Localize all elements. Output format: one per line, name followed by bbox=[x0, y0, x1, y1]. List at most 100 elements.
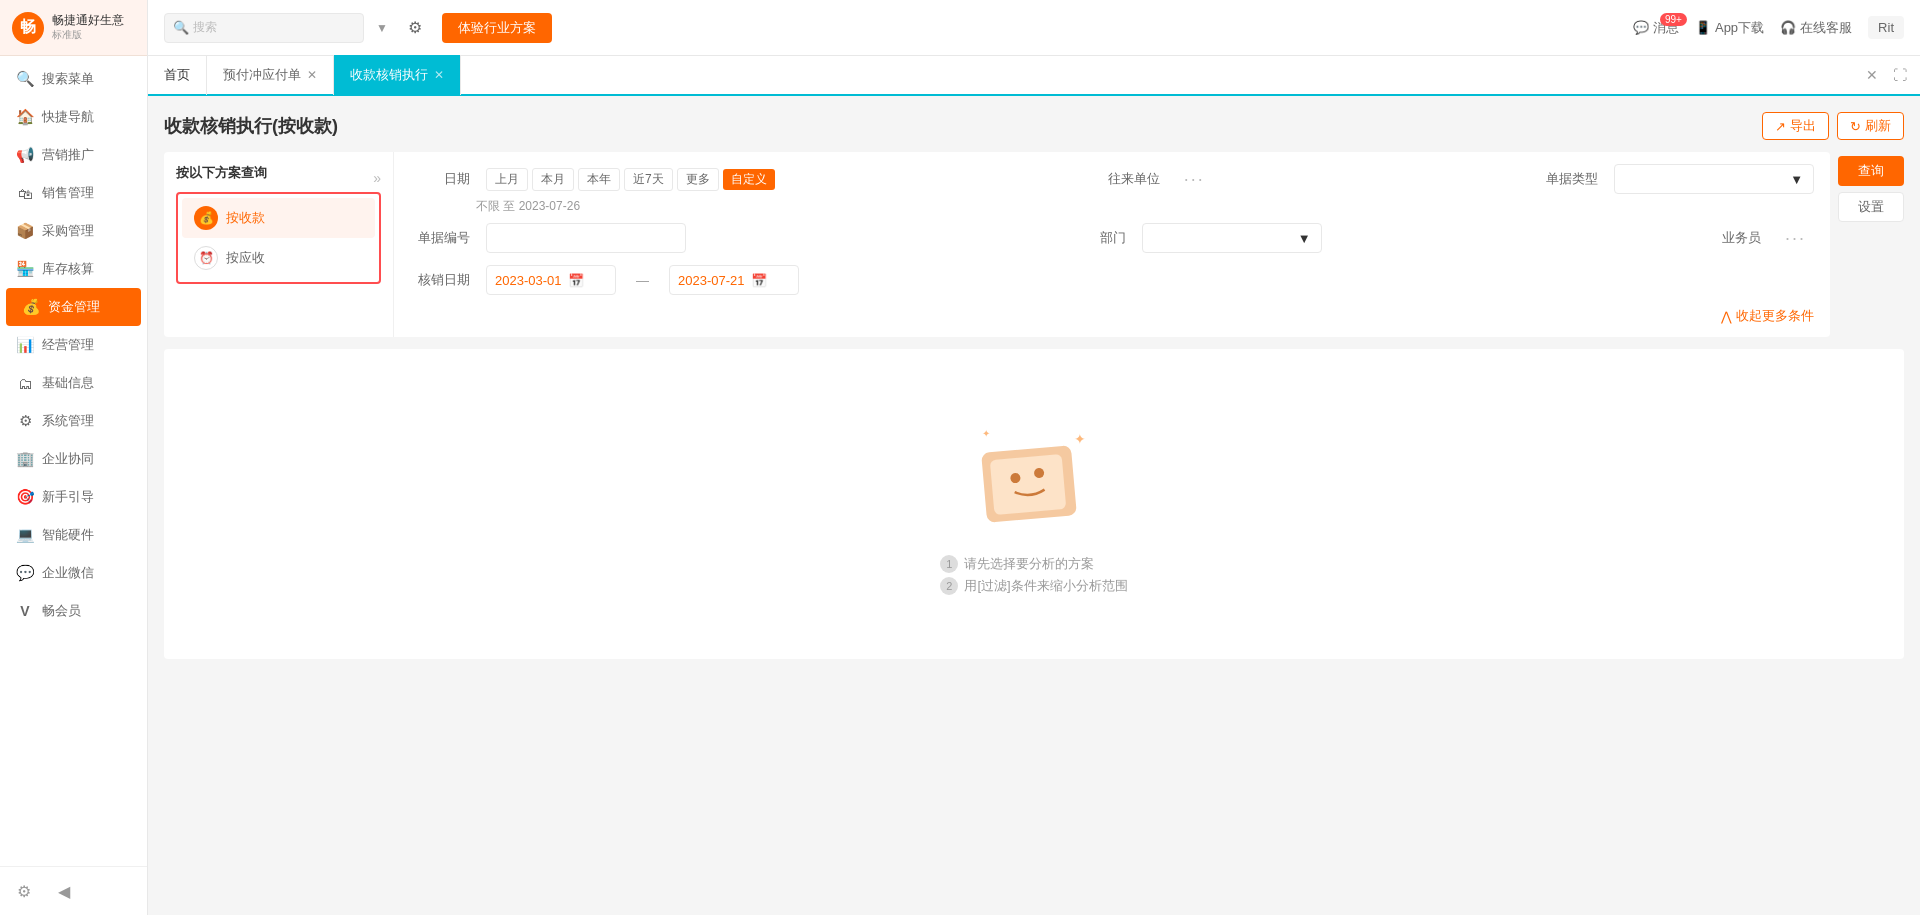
date-btn-7days[interactable]: 近7天 bbox=[624, 168, 673, 191]
filter-collapse-sidebar-btn[interactable]: » bbox=[373, 170, 381, 186]
svg-text:✦: ✦ bbox=[982, 428, 990, 439]
empty-state: ✦ ✦ 1 请先选择要分析的方案 2 用[过滤]条件来缩小分析范围 bbox=[164, 349, 1904, 659]
sidebar-label-operation: 经营管理 bbox=[42, 336, 94, 354]
sidebar-label-marketing: 营销推广 bbox=[42, 146, 94, 164]
staff-input[interactable]: ··· bbox=[1777, 228, 1814, 249]
tab-home[interactable]: 首页 bbox=[148, 55, 207, 95]
sidebar-item-finance[interactable]: 💰 资金管理 bbox=[6, 288, 141, 326]
collapse-icon: ⋀ bbox=[1721, 309, 1732, 324]
date-btn-this-month[interactable]: 本月 bbox=[532, 168, 574, 191]
sidebar-label-basic-info: 基础信息 bbox=[42, 374, 94, 392]
search-icon: 🔍 bbox=[16, 70, 34, 88]
verify-date-end-val: 2023-07-21 bbox=[678, 273, 745, 288]
tab-receipt-offset[interactable]: 收款核销执行 ✕ bbox=[334, 55, 461, 95]
solution-button[interactable]: 体验行业方案 bbox=[442, 13, 552, 43]
online-service-label: 在线客服 bbox=[1800, 19, 1852, 37]
topbar-dropdown-arrow[interactable]: ▼ bbox=[376, 21, 388, 35]
date-range-text-row: 不限 至 2023-07-26 bbox=[476, 198, 1814, 215]
logo-name: 畅捷通好生意 bbox=[52, 13, 124, 29]
doc-type-select[interactable]: ▼ bbox=[1614, 164, 1814, 194]
page-title: 收款核销执行(按收款) bbox=[164, 114, 338, 138]
empty-hint-2: 2 用[过滤]条件来缩小分析范围 bbox=[940, 577, 1127, 595]
verify-date-end-cal[interactable]: 📅 bbox=[751, 273, 767, 288]
sidebar-collapse-btn[interactable]: ◀ bbox=[48, 875, 80, 907]
logo-icon: 畅 bbox=[12, 12, 44, 44]
sidebar-item-sales[interactable]: 🛍 销售管理 bbox=[0, 174, 147, 212]
sidebar-item-member[interactable]: V 畅会员 bbox=[0, 592, 147, 630]
refresh-button[interactable]: ↻ 刷新 bbox=[1837, 112, 1904, 140]
sidebar-label-inventory: 库存核算 bbox=[42, 260, 94, 278]
collapse-more-btn[interactable]: ⋀ 收起更多条件 bbox=[1721, 307, 1814, 325]
filter-section: 按以下方案查询 » 💰 按收款 ⏰ 按应收 bbox=[164, 152, 1830, 337]
online-service-icon: 🎧 bbox=[1780, 20, 1796, 35]
topbar: 🔍 搜索 ▼ ⚙ 体验行业方案 💬 消息 99+ 📱 App下载 🎧 在线客服 … bbox=[148, 0, 1920, 56]
sidebar-item-quick-nav[interactable]: 🏠 快捷导航 bbox=[0, 98, 147, 136]
sidebar-item-purchase[interactable]: 📦 采购管理 bbox=[0, 212, 147, 250]
topbar-msg-btn[interactable]: 💬 消息 99+ bbox=[1633, 19, 1679, 37]
verify-date-start-input[interactable]: 2023-03-01 📅 bbox=[486, 265, 616, 295]
tab-prepay-offset[interactable]: 预付冲应付单 ✕ bbox=[207, 55, 334, 95]
sidebar-item-system[interactable]: ⚙ 系统管理 bbox=[0, 402, 147, 440]
query-button[interactable]: 查询 bbox=[1838, 156, 1904, 186]
tab-maximize-btn[interactable]: ⛶ bbox=[1888, 63, 1912, 87]
wechat-icon: 💬 bbox=[16, 564, 34, 582]
sidebar-settings-btn[interactable]: ⚙ bbox=[8, 875, 40, 907]
topbar-actions: 💬 消息 99+ 📱 App下载 🎧 在线客服 Rit bbox=[1633, 16, 1904, 39]
sidebar-nav: 🔍 搜索菜单 🏠 快捷导航 📢 营销推广 🛍 销售管理 📦 采购管理 🏪 库存核… bbox=[0, 56, 147, 866]
sidebar: 畅 畅捷通好生意 标准版 🔍 搜索菜单 🏠 快捷导航 📢 营销推广 🛍 销售管理… bbox=[0, 0, 148, 915]
by-receivable-label: 按应收 bbox=[226, 249, 265, 267]
sidebar-item-wechat[interactable]: 💬 企业微信 bbox=[0, 554, 147, 592]
filter-sidebar: 按以下方案查询 » 💰 按收款 ⏰ 按应收 bbox=[164, 152, 394, 337]
sidebar-item-inventory[interactable]: 🏪 库存核算 bbox=[0, 250, 147, 288]
sidebar-item-newbie[interactable]: 🎯 新手引导 bbox=[0, 478, 147, 516]
filter-option-by-receipt[interactable]: 💰 按收款 bbox=[182, 198, 375, 238]
date-custom-tag[interactable]: 自定义 bbox=[723, 169, 775, 190]
export-button[interactable]: ↗ 导出 bbox=[1762, 112, 1829, 140]
tab-receipt-close[interactable]: ✕ bbox=[434, 68, 444, 82]
filter-row-1: 日期 上月 本月 本年 近7天 更多 自定义 往来单位 ··· bbox=[410, 164, 1814, 194]
empty-hint-1: 1 请先选择要分析的方案 bbox=[940, 555, 1127, 573]
sidebar-label-finance: 资金管理 bbox=[48, 298, 100, 316]
date-btn-this-year[interactable]: 本年 bbox=[578, 168, 620, 191]
date-range-text: 不限 至 2023-07-26 bbox=[476, 199, 580, 213]
tab-window-btns: ✕ ⛶ bbox=[1860, 63, 1920, 87]
inventory-icon: 🏪 bbox=[16, 260, 34, 278]
sidebar-item-basic-info[interactable]: 🗂 基础信息 bbox=[0, 364, 147, 402]
dept-select[interactable]: ▼ bbox=[1142, 223, 1322, 253]
logo-text-block: 畅捷通好生意 标准版 bbox=[52, 13, 124, 43]
topbar-online-service-btn[interactable]: 🎧 在线客服 bbox=[1780, 19, 1852, 37]
verify-date-end-input[interactable]: 2023-07-21 📅 bbox=[669, 265, 799, 295]
dept-chevron: ▼ bbox=[1298, 231, 1311, 246]
tab-prepay-close[interactable]: ✕ bbox=[307, 68, 317, 82]
doc-no-input[interactable] bbox=[486, 223, 686, 253]
by-receipt-label: 按收款 bbox=[226, 209, 265, 227]
set-button[interactable]: 设置 bbox=[1838, 192, 1904, 222]
topbar-user[interactable]: Rit bbox=[1868, 16, 1904, 39]
sidebar-item-search[interactable]: 🔍 搜索菜单 bbox=[0, 60, 147, 98]
sidebar-label-sales: 销售管理 bbox=[42, 184, 94, 202]
sidebar-item-marketing[interactable]: 📢 营销推广 bbox=[0, 136, 147, 174]
topbar-search[interactable]: 🔍 搜索 bbox=[164, 13, 364, 43]
date-btn-more[interactable]: 更多 bbox=[677, 168, 719, 191]
staff-label: 业务员 bbox=[1701, 229, 1761, 247]
date-buttons: 上月 本月 本年 近7天 更多 自定义 bbox=[486, 168, 775, 191]
verify-date-start-cal[interactable]: 📅 bbox=[568, 273, 584, 288]
topbar-app-download-btn[interactable]: 📱 App下载 bbox=[1695, 19, 1764, 37]
filter-query-wrapper: 按以下方案查询 » 💰 按收款 ⏰ 按应收 bbox=[164, 152, 1904, 337]
msg-icon: 💬 bbox=[1633, 20, 1649, 35]
filter-option-by-receivable[interactable]: ⏰ 按应收 bbox=[182, 238, 375, 278]
msg-badge: 99+ bbox=[1660, 13, 1687, 26]
topbar-search-icon: 🔍 bbox=[173, 20, 189, 35]
tab-close-window-btn[interactable]: ✕ bbox=[1860, 63, 1884, 87]
date-btn-up-month[interactable]: 上月 bbox=[486, 168, 528, 191]
filter-main: 日期 上月 本月 本年 近7天 更多 自定义 往来单位 ··· bbox=[394, 152, 1830, 337]
partner-input[interactable]: ··· bbox=[1176, 169, 1213, 190]
sidebar-label-purchase: 采购管理 bbox=[42, 222, 94, 240]
sidebar-item-smart-hw[interactable]: 💻 智能硬件 bbox=[0, 516, 147, 554]
sidebar-item-enterprise[interactable]: 🏢 企业协同 bbox=[0, 440, 147, 478]
sidebar-item-operation[interactable]: 📊 经营管理 bbox=[0, 326, 147, 364]
svg-rect-1 bbox=[990, 454, 1067, 515]
sidebar-label-search: 搜索菜单 bbox=[42, 70, 94, 88]
operation-icon: 📊 bbox=[16, 336, 34, 354]
topbar-settings-btn[interactable]: ⚙ bbox=[400, 13, 430, 43]
